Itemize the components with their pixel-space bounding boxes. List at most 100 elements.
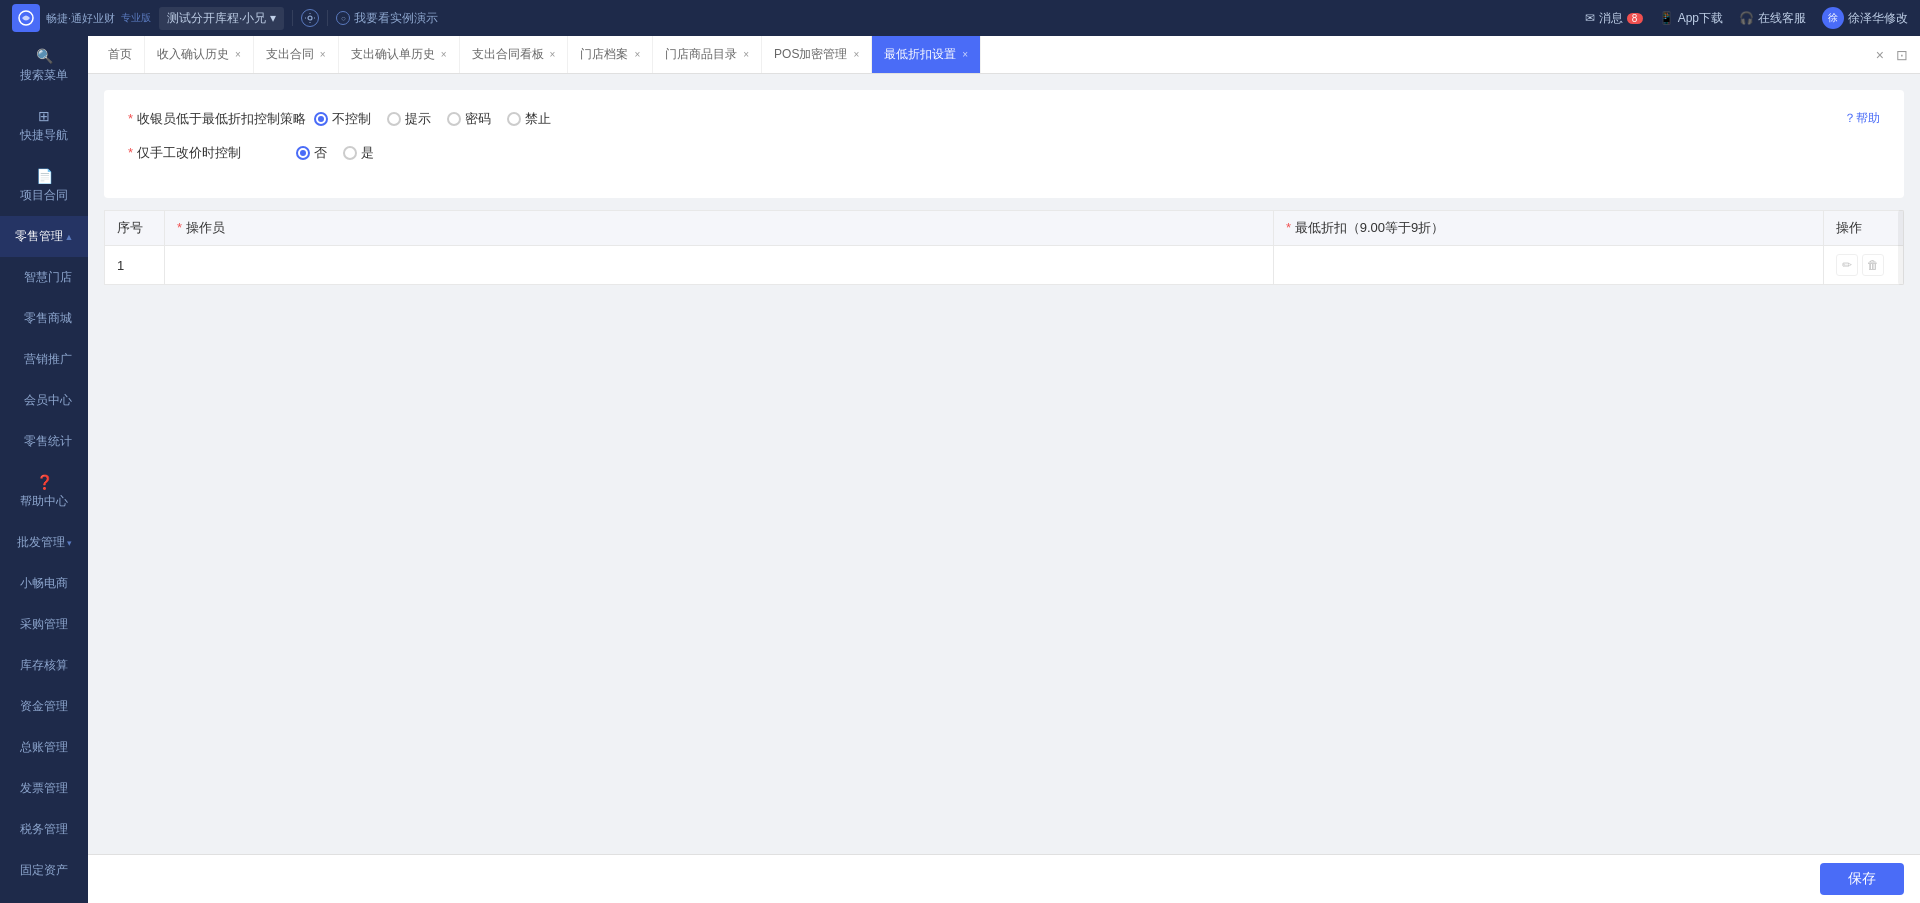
radio-password[interactable]: 密码 [447,110,491,128]
sidebar-item-ecommerce[interactable]: 小畅电商 [0,563,88,604]
col-header-operator: * 操作员 [165,211,1274,246]
radio-label: 密码 [465,110,491,128]
tab-pos-encrypt[interactable]: POS加密管理 × [762,36,872,74]
tab-income-history[interactable]: 收入确认历史 × [145,36,254,74]
headset-icon: 🎧 [1739,11,1754,25]
sidebar-item-label: 库存核算 [20,657,68,674]
sidebar-item-finance[interactable]: 资金管理 [0,686,88,727]
radio-label: 否 [314,144,327,162]
message-icon: ✉ [1585,11,1595,25]
sidebar-item-marketing[interactable]: 营销推广 [0,339,88,380]
sidebar-item-label: 项目合同 [20,187,68,204]
online-support-action[interactable]: 🎧 在线客服 [1739,10,1806,27]
sidebar-item-contract[interactable]: 📄 项目合同 [0,156,88,216]
radio-circle [343,146,357,160]
sidebar-item-ledger[interactable]: 总账管理 [0,727,88,768]
tab-label: 收入确认历史 [157,46,229,63]
sidebar-item-invoice[interactable]: 发票管理 [0,768,88,809]
sidebar: 🔍 搜索菜单 ⊞ 快捷导航 📄 项目合同 零售管理 ▲ 智慧门店 零售商城 营销… [0,36,88,903]
tab-store-archive[interactable]: 门店档案 × [568,36,653,74]
manual-control-row: * 仅手工改价时控制 否 是 [128,144,551,162]
chevron-down-icon: ▾ [67,538,72,548]
tab-label: 支出合同看板 [472,46,544,63]
close-icon[interactable]: × [962,49,968,60]
close-tab-button[interactable]: × [1872,45,1888,65]
radio-label: 不控制 [332,110,371,128]
close-icon[interactable]: × [441,49,447,60]
message-label: 消息 [1599,10,1623,27]
col-header-seq: 序号 [105,211,165,246]
app-download-action[interactable]: 📱 App下载 [1659,10,1723,27]
sidebar-item-salary[interactable]: 工资 [0,891,88,903]
sidebar-item-assets[interactable]: 固定资产 [0,850,88,891]
save-button[interactable]: 保存 [1820,863,1904,895]
page-content: * 收银员低于最低折扣控制策略 不控制 提示 [88,74,1920,854]
radio-yes[interactable]: 是 [343,144,374,162]
content-area: 首页 收入确认历史 × 支出合同 × 支出确认单历史 × 支出合同看板 × 门店… [88,36,1920,903]
close-icon[interactable]: × [853,49,859,60]
discount-table: 序号 * 操作员 * 最低折扣（9.00等于9折） 操作 [104,210,1904,285]
sidebar-item-tax[interactable]: 税务管理 [0,809,88,850]
edit-icon[interactable]: ✏ [1836,254,1858,276]
tab-label: 最低折扣设置 [884,46,956,63]
sidebar-item-label: 固定资产 [20,862,68,879]
sidebar-item-nav[interactable]: ⊞ 快捷导航 [0,96,88,156]
cell-action: ✏ 🗑 [1824,246,1904,285]
tab-expense-board[interactable]: 支出合同看板 × [460,36,569,74]
header-left: 畅捷·通好业财 专业版 测试分开库程·小兄 ▾ ○ 我要看实例演示 [12,4,438,32]
radio-forbid[interactable]: 禁止 [507,110,551,128]
radio-no[interactable]: 否 [296,144,327,162]
tabs-bar: 首页 收入确认历史 × 支出合同 × 支出确认单历史 × 支出合同看板 × 门店… [88,36,1920,74]
sidebar-item-label: 零售管理 [15,228,63,245]
sidebar-item-purchase[interactable]: 采购管理 [0,604,88,645]
sidebar-item-inventory[interactable]: 库存核算 [0,645,88,686]
close-icon[interactable]: × [743,49,749,60]
sidebar-item-retailmall[interactable]: 零售商城 [0,298,88,339]
sidebar-item-smartstore[interactable]: 智慧门店 [0,257,88,298]
question-icon: ？ [1844,111,1856,125]
message-action[interactable]: ✉ 消息 8 [1585,10,1643,27]
sidebar-item-label: 发票管理 [20,780,68,797]
sidebar-item-help[interactable]: ❓ 帮助中心 [0,462,88,522]
sidebar-item-label: 会员中心 [24,392,72,409]
top-header: 畅捷·通好业财 专业版 测试分开库程·小兄 ▾ ○ 我要看实例演示 ✉ 消息 8… [0,0,1920,36]
sidebar-item-label: 帮助中心 [20,493,68,510]
demo-circle-icon: ○ [336,11,350,25]
chevron-up-icon: ▲ [65,232,74,242]
close-icon[interactable]: × [550,49,556,60]
radio-label: 是 [361,144,374,162]
help-link[interactable]: ？帮助 [1844,110,1880,127]
sidebar-item-retailstat[interactable]: 零售统计 [0,421,88,462]
cell-discount [1274,246,1824,285]
tab-min-discount[interactable]: 最低折扣设置 × [872,36,981,74]
close-icon[interactable]: × [235,49,241,60]
nav-icon: ⊞ [38,108,50,124]
tab-expense-confirm[interactable]: 支出确认单历史 × [339,36,460,74]
sidebar-item-retail[interactable]: 零售管理 ▲ [0,216,88,257]
sidebar-item-wholesale[interactable]: 批发管理 ▾ [0,522,88,563]
logo-text: 畅捷·通好业财 [46,11,115,26]
delete-icon[interactable]: 🗑 [1862,254,1884,276]
radio-prompt[interactable]: 提示 [387,110,431,128]
sidebar-item-member[interactable]: 会员中心 [0,380,88,421]
sidebar-item-label: 快捷导航 [20,127,68,144]
close-icon[interactable]: × [320,49,326,60]
tab-home[interactable]: 首页 [96,36,145,74]
close-icon[interactable]: × [634,49,640,60]
sidebar-item-search[interactable]: 🔍 搜索菜单 [0,36,88,96]
restore-tab-button[interactable]: ⊡ [1892,45,1912,65]
demo-link[interactable]: ○ 我要看实例演示 [336,10,438,27]
control-strategy-row: * 收银员低于最低折扣控制策略 不控制 提示 [128,110,551,128]
required-mark: * [128,145,137,160]
help-icon: ❓ [36,474,53,490]
online-support-label: 在线客服 [1758,10,1806,27]
table-scrollbar[interactable] [1898,210,1904,285]
project-selector[interactable]: 测试分开库程·小兄 ▾ [159,7,284,30]
required-mark: * [128,111,137,126]
radio-no-control[interactable]: 不控制 [314,110,371,128]
tab-store-products[interactable]: 门店商品目录 × [653,36,762,74]
settings-icon[interactable] [301,9,319,27]
user-info[interactable]: 徐 徐泽华修改 [1822,7,1908,29]
tab-expense-contract[interactable]: 支出合同 × [254,36,339,74]
radio-circle-checked [314,112,328,126]
